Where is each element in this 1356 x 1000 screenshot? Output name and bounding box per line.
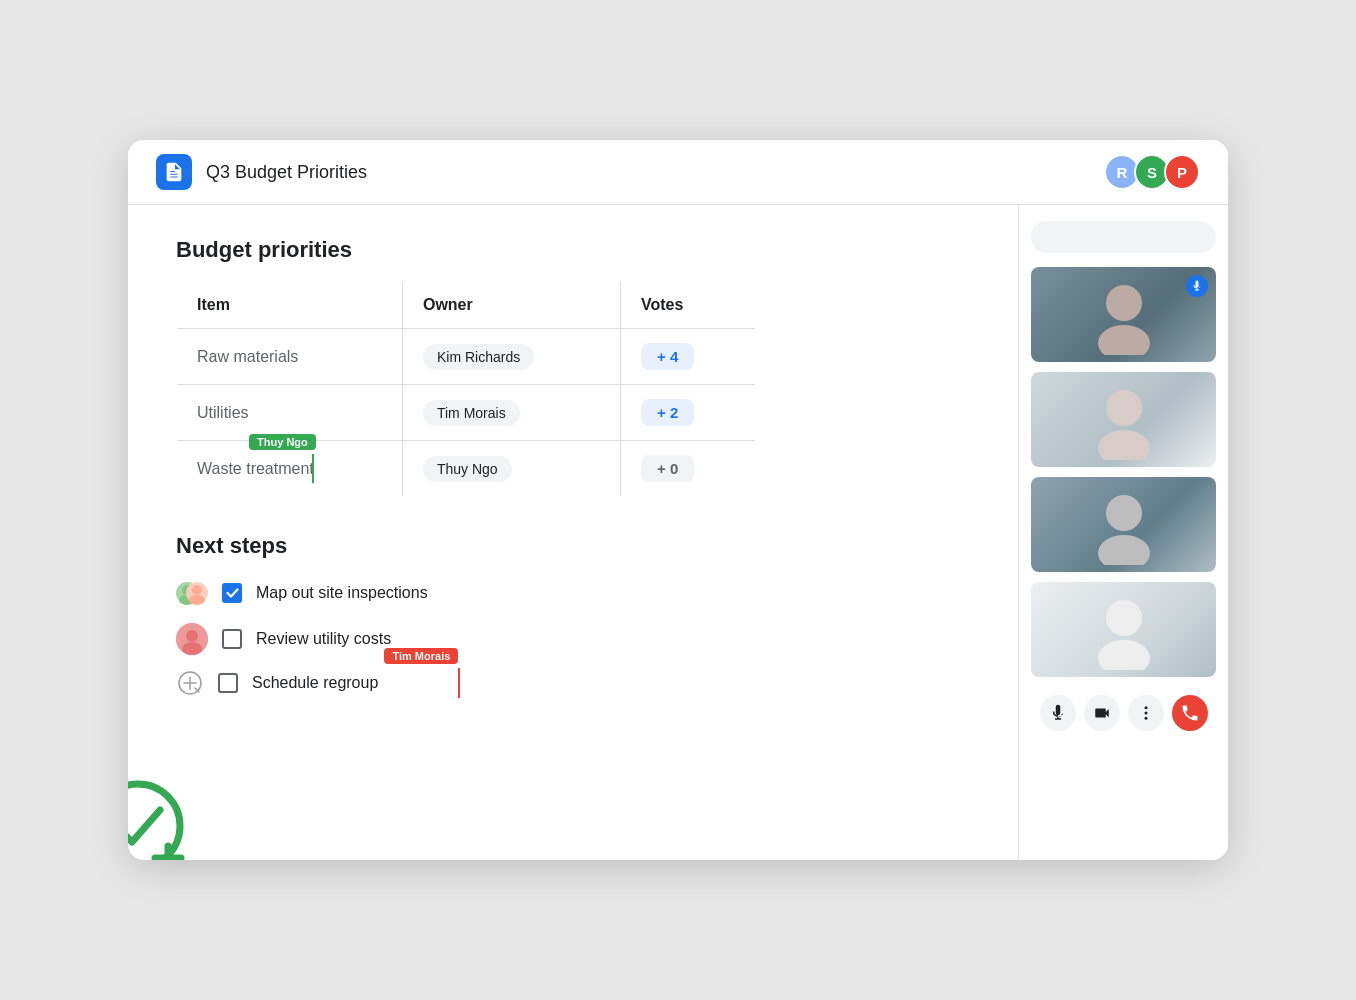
cursor-tooltip-thuy: Thuy Ngo — [249, 434, 316, 450]
check-plus-icon — [128, 766, 198, 860]
task-item-1: Map out site inspections — [176, 577, 970, 609]
video-thumb-3 — [1031, 477, 1216, 572]
main-content: Budget priorities Item Owner Votes Raw m… — [128, 205, 1228, 860]
task-avatar-multi — [176, 577, 208, 609]
owner-waste: Thuy Ngo — [402, 441, 620, 497]
face-4-placeholder — [1031, 582, 1216, 677]
mic-svg-icon — [1191, 280, 1203, 292]
bottom-check-area — [128, 766, 198, 860]
header-avatars: R S P — [1104, 154, 1200, 190]
more-button[interactable] — [1128, 695, 1164, 731]
avatar-person-icon — [176, 623, 208, 655]
face-3-placeholder — [1031, 477, 1216, 572]
owner-utilities: Tim Morais — [402, 385, 620, 441]
votes-waste: + 0 — [620, 441, 755, 497]
face-svg-2 — [1094, 380, 1154, 460]
mic-button[interactable] — [1040, 695, 1076, 731]
svg-point-15 — [1098, 535, 1150, 565]
end-call-icon — [1180, 703, 1200, 723]
cursor-line-tim — [458, 668, 460, 698]
camera-icon — [1093, 704, 1111, 722]
task-label-1: Map out site inspections — [256, 584, 428, 602]
svg-point-5 — [189, 595, 205, 605]
task-label-3: Schedule regroup Tim Morais — [252, 674, 378, 692]
budget-section: Budget priorities Item Owner Votes Raw m… — [176, 237, 970, 497]
avatar-p[interactable]: P — [1164, 154, 1200, 190]
svg-point-13 — [1098, 430, 1150, 460]
face-svg-1 — [1094, 275, 1154, 355]
item-utilities: Utilities — [177, 385, 403, 441]
next-steps-section: Next steps — [176, 533, 970, 697]
cursor-line-thuy — [312, 454, 314, 483]
app-window: Q3 Budget Priorities R S P Budget priori… — [128, 140, 1228, 860]
table-row: Utilities Tim Morais + 2 — [177, 385, 756, 441]
doc-svg-icon — [163, 161, 185, 183]
votes-raw: + 4 — [620, 329, 755, 385]
task-item-2: Review utility costs — [176, 623, 970, 655]
budget-title: Budget priorities — [176, 237, 970, 263]
doc-area: Budget priorities Item Owner Votes Raw m… — [128, 205, 1018, 860]
col-item: Item — [177, 282, 403, 329]
budget-table: Item Owner Votes Raw materials Kim Richa… — [176, 281, 756, 497]
video-thumb-1 — [1031, 267, 1216, 362]
col-votes: Votes — [620, 282, 755, 329]
owner-raw: Kim Richards — [402, 329, 620, 385]
svg-point-20 — [1144, 717, 1147, 720]
add-task-icon[interactable] — [176, 669, 204, 697]
page-title: Q3 Budget Priorities — [206, 162, 367, 183]
svg-point-4 — [192, 585, 202, 595]
table-row: Waste treatment Thuy Ngo Thuy Ngo + 0 — [177, 441, 756, 497]
task-item-3: Schedule regroup Tim Morais — [176, 669, 970, 697]
video-mic-icon — [1186, 275, 1208, 297]
video-thumb-4 — [1031, 582, 1216, 677]
svg-point-12 — [1106, 390, 1142, 426]
face-svg-3 — [1094, 485, 1154, 565]
item-waste: Waste treatment Thuy Ngo — [177, 441, 403, 497]
item-raw-materials: Raw materials — [177, 329, 403, 385]
video-controls — [1031, 695, 1216, 731]
svg-point-7 — [186, 630, 198, 642]
header-left: Q3 Budget Priorities — [156, 154, 367, 190]
checkbox-2[interactable] — [222, 629, 242, 649]
svg-point-17 — [1098, 640, 1150, 670]
face-2-placeholder — [1031, 372, 1216, 467]
svg-point-14 — [1106, 495, 1142, 531]
task-avatar-2 — [176, 623, 208, 655]
checkbox-3[interactable] — [218, 673, 238, 693]
task-list: Map out site inspections Review uti — [176, 577, 970, 697]
checkmark-icon — [226, 588, 239, 598]
svg-point-18 — [1144, 706, 1147, 709]
face-svg-4 — [1094, 590, 1154, 670]
svg-point-16 — [1106, 600, 1142, 636]
task-label-2: Review utility costs — [256, 630, 391, 648]
svg-point-19 — [1144, 712, 1147, 715]
video-thumb-2 — [1031, 372, 1216, 467]
video-search-bar — [1031, 221, 1216, 253]
camera-button[interactable] — [1084, 695, 1120, 731]
svg-point-10 — [1106, 285, 1142, 321]
svg-point-11 — [1098, 325, 1150, 355]
microphone-icon — [1049, 704, 1067, 722]
col-owner: Owner — [402, 282, 620, 329]
next-steps-title: Next steps — [176, 533, 970, 559]
task-add-svg-icon — [177, 670, 203, 696]
end-call-button[interactable] — [1172, 695, 1208, 731]
more-dots-icon — [1137, 704, 1155, 722]
multi-avatar-icon — [176, 577, 208, 609]
video-panel — [1018, 205, 1228, 860]
checkbox-1[interactable] — [222, 583, 242, 603]
votes-utilities: + 2 — [620, 385, 755, 441]
table-row: Raw materials Kim Richards + 4 — [177, 329, 756, 385]
doc-icon — [156, 154, 192, 190]
header: Q3 Budget Priorities R S P — [128, 140, 1228, 205]
cursor-tooltip-tim: Tim Morais — [384, 648, 458, 664]
